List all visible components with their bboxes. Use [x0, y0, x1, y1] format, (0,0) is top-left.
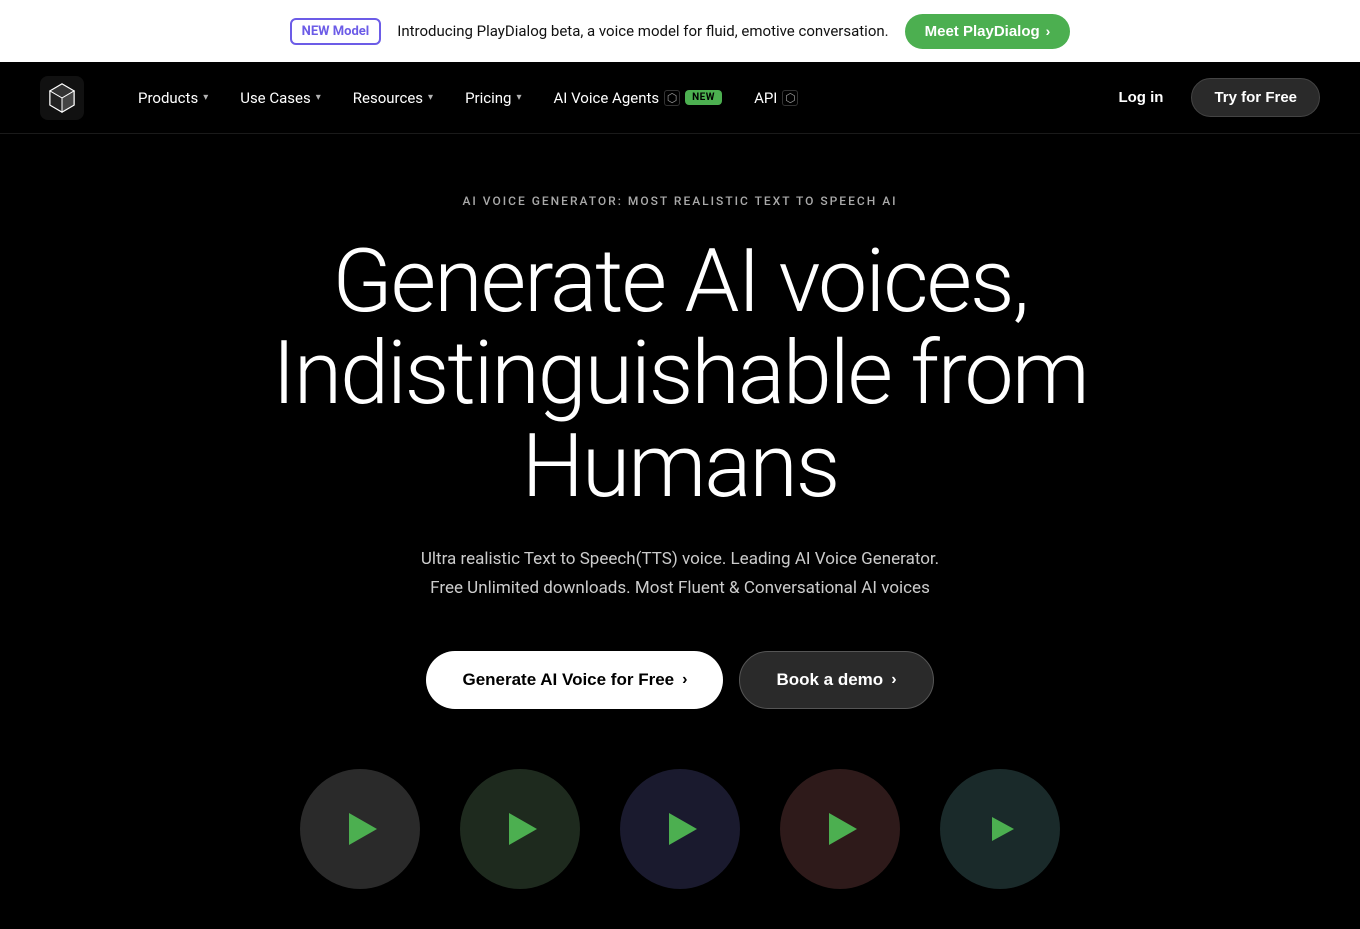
hero-section: AI VOICE GENERATOR: MOST REALISTIC TEXT … [0, 134, 1360, 929]
arrow-icon: › [1046, 23, 1051, 39]
voice-sample-3[interactable] [620, 769, 740, 889]
new-model-badge: NEW Model [290, 18, 382, 45]
play-icon [349, 813, 377, 845]
logo-icon [40, 76, 84, 120]
external-link-icon: ⬡ [782, 90, 798, 106]
navigation: Products ▾ Use Cases ▾ Resources ▾ Prici… [0, 62, 1360, 134]
try-free-button[interactable]: Try for Free [1191, 78, 1320, 117]
voice-samples-row [260, 769, 1100, 889]
login-button[interactable]: Log in [1106, 81, 1175, 114]
chevron-down-icon: ▾ [316, 92, 321, 103]
nav-right: Log in Try for Free [1106, 78, 1320, 117]
logo[interactable] [40, 76, 84, 120]
voice-sample-2[interactable] [460, 769, 580, 889]
announcement-text: Introducing PlayDialog beta, a voice mod… [397, 22, 888, 40]
nav-item-use-cases[interactable]: Use Cases ▾ [226, 81, 335, 115]
nav-item-products[interactable]: Products ▾ [124, 81, 222, 115]
nav-item-pricing[interactable]: Pricing ▾ [451, 81, 535, 115]
nav-item-ai-voice-agents[interactable]: AI Voice Agents ⬡ NEW [540, 81, 737, 115]
nav-links: Products ▾ Use Cases ▾ Resources ▾ Prici… [124, 81, 1106, 115]
meet-playdialog-button[interactable]: Meet PlayDialog › [905, 14, 1071, 49]
chevron-down-icon: ▾ [428, 92, 433, 103]
play-icon [509, 813, 537, 845]
announcement-bar: NEW Model Introducing PlayDialog beta, a… [0, 0, 1360, 62]
nav-item-api[interactable]: API ⬡ [740, 81, 812, 115]
hero-buttons: Generate AI Voice for Free › Book a demo… [426, 651, 933, 709]
generate-voice-button[interactable]: Generate AI Voice for Free › [426, 651, 723, 709]
play-icon [829, 813, 857, 845]
arrow-icon: › [891, 671, 896, 689]
chevron-down-icon: ▾ [516, 92, 521, 103]
hero-title: Generate AI voices, Indistinguishable fr… [272, 236, 1088, 513]
new-badge: NEW [685, 90, 722, 105]
play-icon [669, 813, 697, 845]
play-icon [992, 817, 1014, 841]
voice-sample-4[interactable] [780, 769, 900, 889]
voice-sample-5[interactable] [940, 769, 1060, 889]
nav-item-resources[interactable]: Resources ▾ [339, 81, 447, 115]
arrow-icon: › [682, 671, 687, 689]
external-link-icon: ⬡ [664, 90, 680, 106]
chevron-down-icon: ▾ [203, 92, 208, 103]
book-demo-button[interactable]: Book a demo › [739, 651, 933, 709]
hero-eyebrow: AI VOICE GENERATOR: MOST REALISTIC TEXT … [462, 194, 897, 208]
voice-sample-1[interactable] [300, 769, 420, 889]
hero-subtitle: Ultra realistic Text to Speech(TTS) voic… [421, 545, 939, 603]
